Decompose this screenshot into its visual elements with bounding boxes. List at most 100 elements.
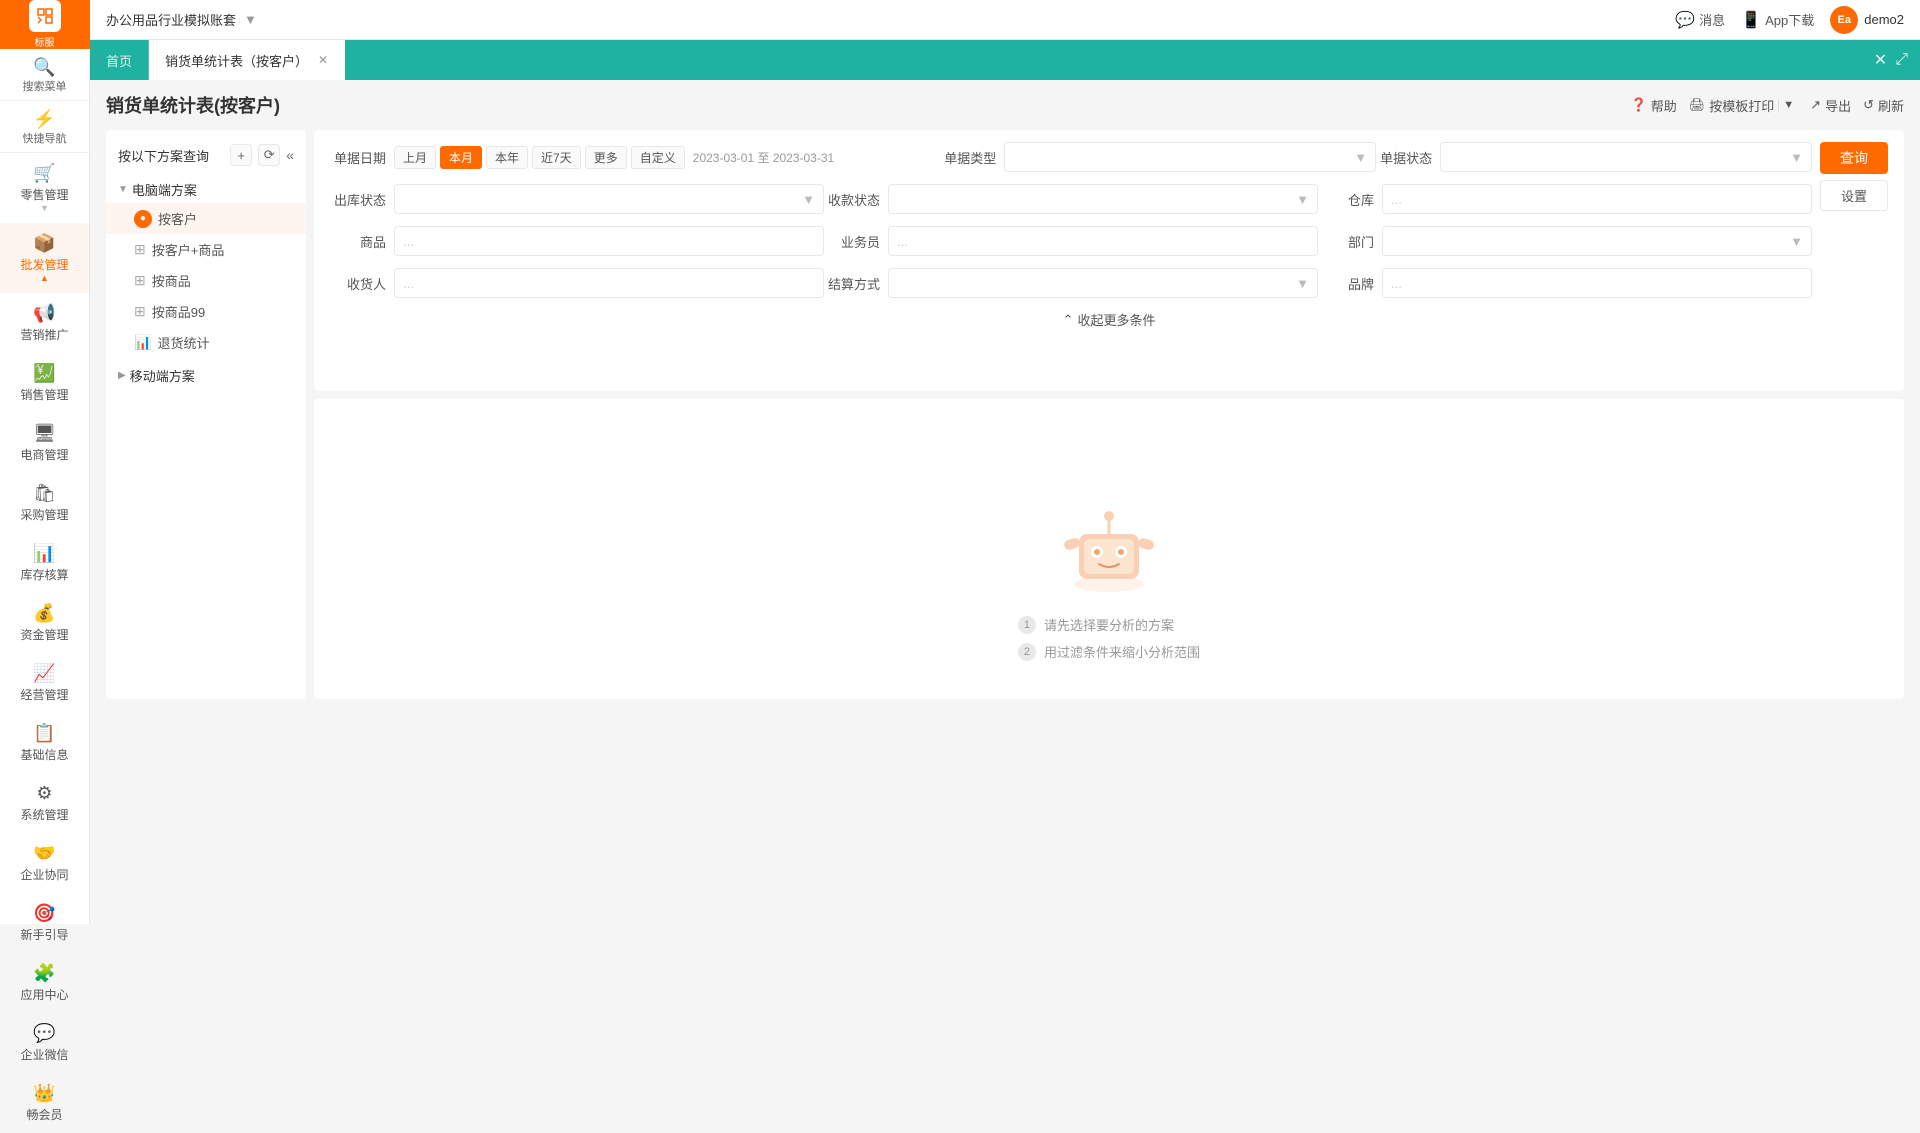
main-area: 办公用品行业模拟账套 ▼ 💬 消息 📱 App下载 Ea demo2 首页 [90, 0, 1920, 924]
print-button[interactable]: 🖨 按模板打印 ▼ [1689, 96, 1798, 115]
filter-cell-salesperson: 业务员 ... [824, 226, 1318, 256]
page-inner: 销货单统计表(按客户) ❓ 帮助 🖨 按模板打印 ▼ ↗ [90, 80, 1920, 711]
filter-doctype-select[interactable]: ▼ [1004, 142, 1376, 172]
sidebar-item-finance[interactable]: 💰 资金管理 [0, 593, 89, 653]
tab-close-all-icon[interactable]: ✕ [1874, 50, 1887, 70]
sidebar-item-enterprise[interactable]: 🤝 企业协同 [0, 833, 89, 893]
filter-product-select[interactable]: ... [394, 226, 824, 256]
filter-department-label: 部门 [1318, 232, 1374, 251]
scheme-panel: 按以下方案查询 + ⟳ « [106, 130, 306, 699]
date-btn-last-7[interactable]: 近7天 [532, 146, 581, 169]
date-filter-controls: 上月 本月 本年 近7天 更多 自定义 2023-03-01 至 2023-03… [394, 146, 940, 169]
help-button[interactable]: ❓ 帮助 [1631, 96, 1677, 115]
sidebar-item-label: 采购管理 [20, 506, 68, 523]
outstatus-arrow-icon: ▼ [802, 192, 815, 207]
sidebar-item-arrow: ▲ [40, 273, 49, 283]
filter-receiptstatus-select[interactable]: ▼ [888, 184, 1318, 214]
scheme-item-by-customer-icon: ● [134, 210, 152, 228]
sidebar-item-label: 畅会员 [26, 1106, 62, 1123]
sidebar-item-system[interactable]: ⚙ 系统管理 [0, 773, 89, 833]
newbie-icon: 🎯 [33, 903, 55, 924]
tab-home[interactable]: 首页 [90, 40, 149, 80]
sidebar-quicknav-section[interactable]: ⚡ 快捷导航 [0, 101, 89, 153]
breadcrumb-dropdown-icon[interactable]: ▼ [244, 12, 257, 27]
user-menu-button[interactable]: Ea demo2 [1830, 6, 1904, 34]
filter-cell-doctype: 单据类型 ▼ [940, 142, 1376, 172]
date-btn-more[interactable]: 更多 [585, 146, 627, 169]
scheme-group-desktop-title[interactable]: ▼ 电脑端方案 [106, 176, 306, 203]
filter-cell-date: 单据日期 上月 本月 本年 近7天 更多 自定义 [330, 146, 940, 169]
scheme-item-by-product[interactable]: ⊞ 按商品 [106, 265, 306, 296]
date-btn-last-month[interactable]: 上月 [394, 146, 436, 169]
user-avatar: Ea [1830, 6, 1858, 34]
header-right: 💬 消息 📱 App下载 Ea demo2 [1675, 6, 1904, 34]
filter-cell-consignee: 收货人 ... [330, 268, 824, 298]
sidebar-item-ecommerce[interactable]: 🖥 电商管理 [0, 413, 89, 473]
settings-button[interactable]: 设置 [1820, 180, 1888, 211]
scheme-item-by-customer[interactable]: ● 按客户 [106, 203, 306, 234]
scheme-collapse-button[interactable]: « [286, 147, 294, 163]
sidebar-item-business[interactable]: 📈 经营管理 [0, 653, 89, 713]
salesperson-placeholder: ... [897, 234, 908, 249]
collapse-filter-button[interactable]: ⌃ 收起更多条件 [1051, 306, 1168, 333]
sidebar-item-wechat[interactable]: 💬 企业微信 [0, 1013, 89, 1073]
empty-illustration [1049, 479, 1169, 599]
filter-warehouse-select[interactable]: ... [1382, 184, 1812, 214]
date-btn-this-month[interactable]: 本月 [440, 146, 482, 169]
scheme-add-button[interactable]: + [230, 144, 252, 166]
tip-num-1: 1 [1018, 616, 1036, 634]
docstatus-arrow-icon: ▼ [1790, 150, 1803, 165]
app-download-button[interactable]: 📱 App下载 [1741, 10, 1814, 30]
scheme-group-mobile-title[interactable]: ▶ 移动端方案 [118, 366, 294, 385]
scheme-refresh-button[interactable]: ⟳ [258, 144, 280, 166]
filter-docstatus-label: 单据状态 [1376, 148, 1432, 167]
msg-button[interactable]: 💬 消息 [1675, 10, 1725, 30]
tab-home-label: 首页 [106, 51, 132, 70]
filter-consignee-select[interactable]: ... [394, 268, 824, 298]
department-arrow-icon: ▼ [1790, 234, 1803, 249]
tab-close-icon[interactable]: ✕ [318, 53, 328, 67]
print-label: 按模板打印 [1709, 96, 1774, 115]
sidebar-item-arrow: ▼ [40, 203, 49, 213]
collapse-label: 收起更多条件 [1077, 310, 1155, 329]
filter-department-select[interactable]: ▼ [1382, 226, 1812, 256]
refresh-button[interactable]: ↺ 刷新 [1863, 96, 1904, 115]
date-btn-custom[interactable]: 自定义 [631, 146, 685, 169]
sidebar-search-section[interactable]: 🔍 搜索菜单 [0, 49, 89, 101]
filter-docstatus-select[interactable]: ▼ [1440, 142, 1812, 172]
scheme-item-grid-icon: ⊞ [134, 241, 146, 258]
date-btn-this-year[interactable]: 本年 [486, 146, 528, 169]
right-area: 单据日期 上月 本月 本年 近7天 更多 自定义 [314, 130, 1904, 699]
sidebar-item-member[interactable]: 👑 畅会员 [0, 1073, 89, 1133]
print-main[interactable]: 🖨 按模板打印 [1689, 96, 1779, 115]
filter-salesperson-select[interactable]: ... [888, 226, 1318, 256]
sidebar-item-label: 库存核算 [20, 566, 68, 583]
scheme-item-by-customer-product[interactable]: ⊞ 按客户+商品 [106, 234, 306, 265]
avatar-initials: Ea [1838, 14, 1851, 26]
sidebar-item-sales-mgmt[interactable]: 💹 销售管理 [0, 353, 89, 413]
sidebar-item-appstore[interactable]: 🧩 应用中心 [0, 953, 89, 1013]
filter-area: 单据日期 上月 本月 本年 近7天 更多 自定义 [314, 130, 1904, 391]
sidebar-logo[interactable]: 标服 [0, 0, 90, 49]
sidebar-item-purchase[interactable]: 🛍 采购管理 [0, 473, 89, 533]
sidebar-item-wholesale[interactable]: 📦 批发管理 ▲ [0, 223, 89, 293]
tab-sales-stat[interactable]: 销货单统计表（按客户） ✕ [149, 40, 345, 80]
filter-row-3: 商品 ... 业务员 ... [330, 226, 1812, 256]
system-icon: ⚙ [36, 783, 52, 804]
sidebar-item-inventory[interactable]: 📊 库存核算 [0, 533, 89, 593]
filter-row-2: 出库状态 ▼ 收款状态 [330, 184, 1812, 214]
sidebar-item-retail[interactable]: 🛒 零售管理 ▼ [0, 153, 89, 223]
tab-maximize-icon[interactable]: ⤢ [1895, 51, 1908, 69]
filter-payment-select[interactable]: ▼ [888, 268, 1318, 298]
sidebar-item-marketing[interactable]: 📢 营销推广 [0, 293, 89, 353]
query-button[interactable]: 查询 [1820, 142, 1888, 174]
filter-brand-select[interactable]: ... [1382, 268, 1812, 298]
sidebar-item-newbie[interactable]: 🎯 新手引导 [0, 893, 89, 953]
page-title-bar: 销货单统计表(按客户) ❓ 帮助 🖨 按模板打印 ▼ ↗ [106, 92, 1904, 118]
print-dropdown-icon[interactable]: ▼ [1778, 99, 1798, 111]
scheme-item-return-stat[interactable]: 📊 退货统计 [106, 327, 306, 358]
scheme-item-by-product-99[interactable]: ⊞ 按商品99 [106, 296, 306, 327]
export-button[interactable]: ↗ 导出 [1810, 96, 1851, 115]
filter-outstatus-select[interactable]: ▼ [394, 184, 824, 214]
sidebar-item-basic[interactable]: 📋 基础信息 [0, 713, 89, 773]
